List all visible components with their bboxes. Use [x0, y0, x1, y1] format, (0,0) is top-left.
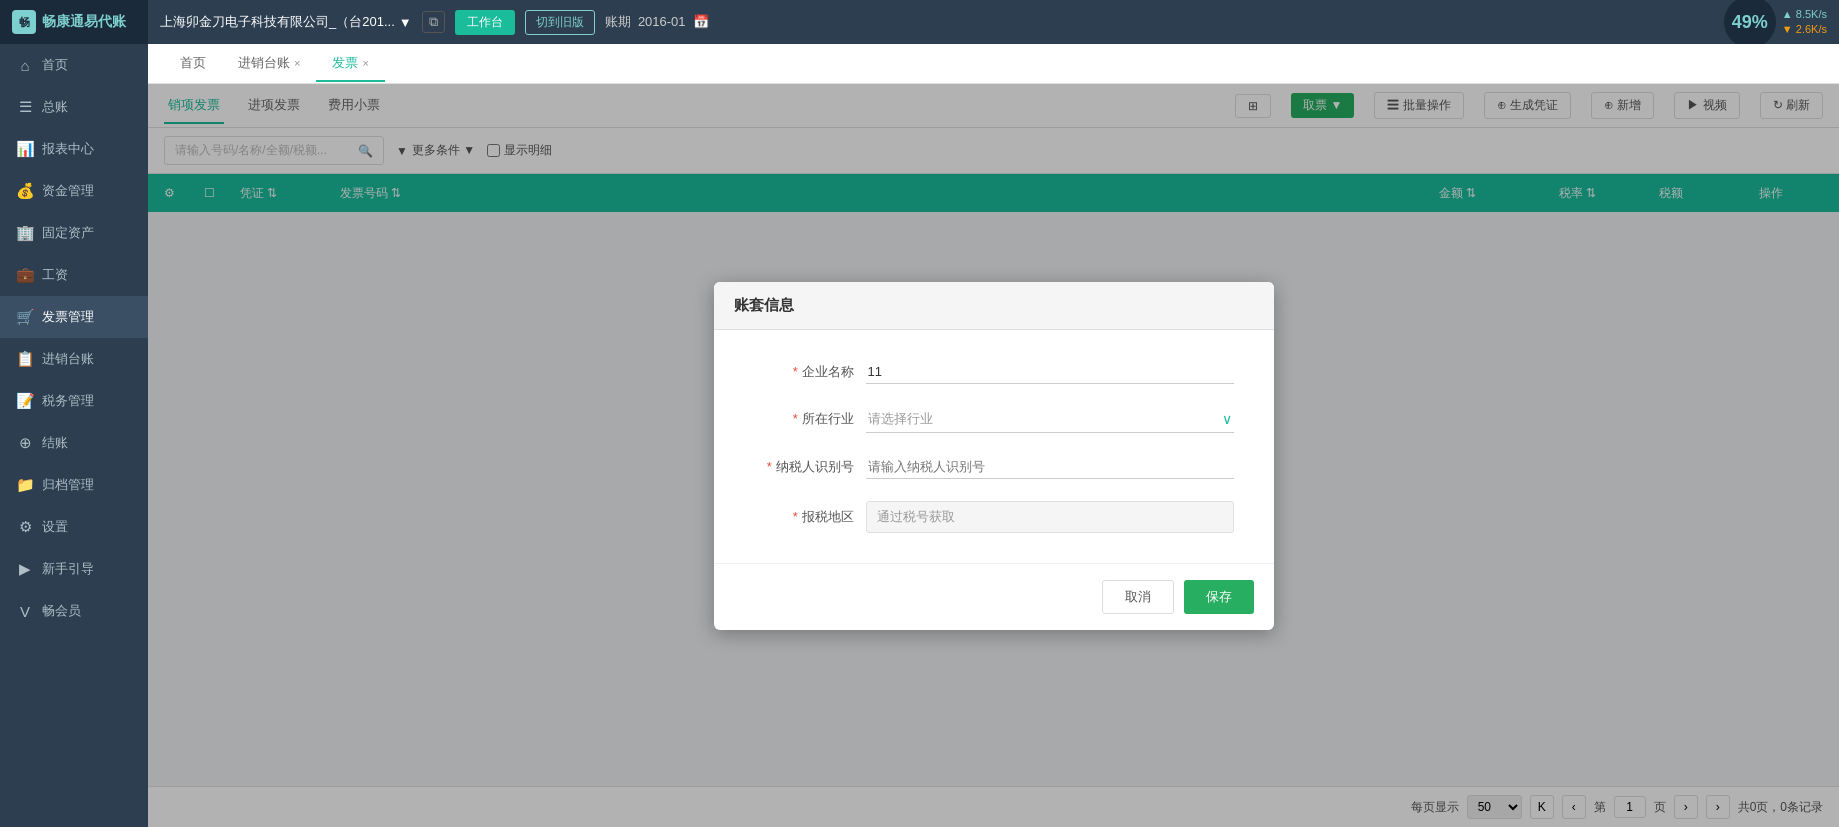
- ledger-icon: ☰: [16, 98, 34, 116]
- sidebar-label-reports: 报表中心: [42, 140, 94, 158]
- modal-title: 账套信息: [714, 282, 1274, 330]
- close-accounts-icon: ⊕: [16, 434, 34, 452]
- tab-home[interactable]: 首页: [164, 46, 222, 82]
- industry-select[interactable]: 请选择行业 ∨: [866, 406, 1234, 433]
- workbench-button[interactable]: 工作台: [455, 10, 515, 35]
- sidebar-label-invoice: 发票管理: [42, 308, 94, 326]
- sidebar-item-tax[interactable]: 📝 税务管理: [0, 380, 148, 422]
- sidebar-item-close[interactable]: ⊕ 结账: [0, 422, 148, 464]
- sidebar-label-tax: 税务管理: [42, 392, 94, 410]
- logo-icon: 畅: [12, 10, 36, 34]
- tax-id-label: * 纳税人识别号: [754, 458, 854, 476]
- app-logo: 畅 畅康通易代账: [0, 0, 148, 44]
- sidebar-label-funds: 资金管理: [42, 182, 94, 200]
- modal-overlay: 账套信息 * 企业名称 * 所在行业: [148, 84, 1839, 827]
- company-name-row: * 企业名称: [754, 360, 1234, 384]
- cancel-button[interactable]: 取消: [1102, 580, 1174, 614]
- modal-body: * 企业名称 * 所在行业 请选择行业 ∨: [714, 330, 1274, 563]
- main-area: 上海卯金刀电子科技有限公司_（台201... ▼ ⧉ 工作台 切到旧版 账期 2…: [148, 0, 1839, 827]
- close-invoice-tab[interactable]: ×: [362, 57, 368, 69]
- reports-icon: 📊: [16, 140, 34, 158]
- sidebar-item-funds[interactable]: 💰 资金管理: [0, 170, 148, 212]
- tax-region-label: * 报税地区: [754, 508, 854, 526]
- account-info-modal: 账套信息 * 企业名称 * 所在行业: [714, 282, 1274, 630]
- tax-id-input[interactable]: [866, 455, 1234, 479]
- chevron-down-icon: ∨: [1222, 411, 1232, 427]
- page-tabs: 首页 进销台账 × 发票 ×: [148, 44, 1839, 84]
- member-icon: V: [16, 603, 34, 620]
- sidebar-item-home[interactable]: ⌂ 首页: [0, 44, 148, 86]
- topbar: 上海卯金刀电子科技有限公司_（台201... ▼ ⧉ 工作台 切到旧版 账期 2…: [148, 0, 1839, 44]
- industry-label: * 所在行业: [754, 410, 854, 428]
- tab-sales-ledger[interactable]: 进销台账 ×: [222, 46, 316, 82]
- calendar-icon[interactable]: 📅: [693, 14, 709, 29]
- company-name: 上海卯金刀电子科技有限公司_（台201... ▼: [160, 13, 412, 31]
- sidebar-item-archive[interactable]: 📁 归档管理: [0, 464, 148, 506]
- required-star: *: [793, 364, 798, 379]
- period-value: 2016-01: [638, 14, 686, 29]
- archive-icon: 📁: [16, 476, 34, 494]
- sidebar-label-ledger: 总账: [42, 98, 68, 116]
- sidebar-label-sales: 进销台账: [42, 350, 94, 368]
- sidebar-item-salary[interactable]: 💼 工资: [0, 254, 148, 296]
- industry-row: * 所在行业 请选择行业 ∨: [754, 406, 1234, 433]
- sidebar-label-settings: 设置: [42, 518, 68, 536]
- sidebar: 畅 畅康通易代账 ⌂ 首页 ☰ 总账 📊 报表中心 💰 资金管理 🏢 固定资产 …: [0, 0, 148, 827]
- copy-icon[interactable]: ⧉: [422, 11, 445, 33]
- sidebar-label-guide: 新手引导: [42, 560, 94, 578]
- home-icon: ⌂: [16, 57, 34, 74]
- sidebar-label-salary: 工资: [42, 266, 68, 284]
- sidebar-item-member[interactable]: V 畅会员: [0, 590, 148, 632]
- network-status-circle: 49%: [1724, 0, 1776, 48]
- sidebar-label-assets: 固定资产: [42, 224, 94, 242]
- salary-icon: 💼: [16, 266, 34, 284]
- network-speeds: ▲ 8.5K/s ▼ 2.6K/s: [1782, 7, 1827, 38]
- company-dropdown-icon[interactable]: ▼: [399, 15, 412, 30]
- assets-icon: 🏢: [16, 224, 34, 242]
- sidebar-item-guide[interactable]: ▶ 新手引导: [0, 548, 148, 590]
- sales-icon: 📋: [16, 350, 34, 368]
- sidebar-item-ledger[interactable]: ☰ 总账: [0, 86, 148, 128]
- tax-region-row: * 报税地区 通过税号获取: [754, 501, 1234, 533]
- speed-down: ▼ 2.6K/s: [1782, 22, 1827, 37]
- tax-id-row: * 纳税人识别号: [754, 455, 1234, 479]
- sidebar-label-member: 畅会员: [42, 602, 81, 620]
- modal-footer: 取消 保存: [714, 563, 1274, 630]
- save-button[interactable]: 保存: [1184, 580, 1254, 614]
- sidebar-label-home: 首页: [42, 56, 68, 74]
- close-sales-tab[interactable]: ×: [294, 57, 300, 69]
- sidebar-item-settings[interactable]: ⚙ 设置: [0, 506, 148, 548]
- invoice-icon: 🛒: [16, 308, 34, 326]
- sidebar-item-sales[interactable]: 📋 进销台账: [0, 338, 148, 380]
- speed-up: ▲ 8.5K/s: [1782, 7, 1827, 22]
- sidebar-label-archive: 归档管理: [42, 476, 94, 494]
- tab-invoice[interactable]: 发票 ×: [316, 46, 384, 82]
- company-name-label: * 企业名称: [754, 363, 854, 381]
- sidebar-item-assets[interactable]: 🏢 固定资产: [0, 212, 148, 254]
- app-name: 畅康通易代账: [42, 13, 126, 31]
- percent-display: 49%: [1732, 12, 1768, 33]
- sidebar-label-close: 结账: [42, 434, 68, 452]
- guide-icon: ▶: [16, 560, 34, 578]
- settings-icon: ⚙: [16, 518, 34, 536]
- old-version-button[interactable]: 切到旧版: [525, 10, 595, 35]
- tax-icon: 📝: [16, 392, 34, 410]
- sidebar-item-invoice[interactable]: 🛒 发票管理: [0, 296, 148, 338]
- period-label: 账期 2016-01 📅: [605, 13, 709, 31]
- content-area: 销项发票 进项发票 费用小票 ⊞ 取票 ▼ ☰ 批量操作 ⊕ 生成凭证 ⊕ 新增…: [148, 84, 1839, 827]
- funds-icon: 💰: [16, 182, 34, 200]
- sidebar-item-reports[interactable]: 📊 报表中心: [0, 128, 148, 170]
- tax-region-display: 通过税号获取: [866, 501, 1234, 533]
- company-name-input[interactable]: [866, 360, 1234, 384]
